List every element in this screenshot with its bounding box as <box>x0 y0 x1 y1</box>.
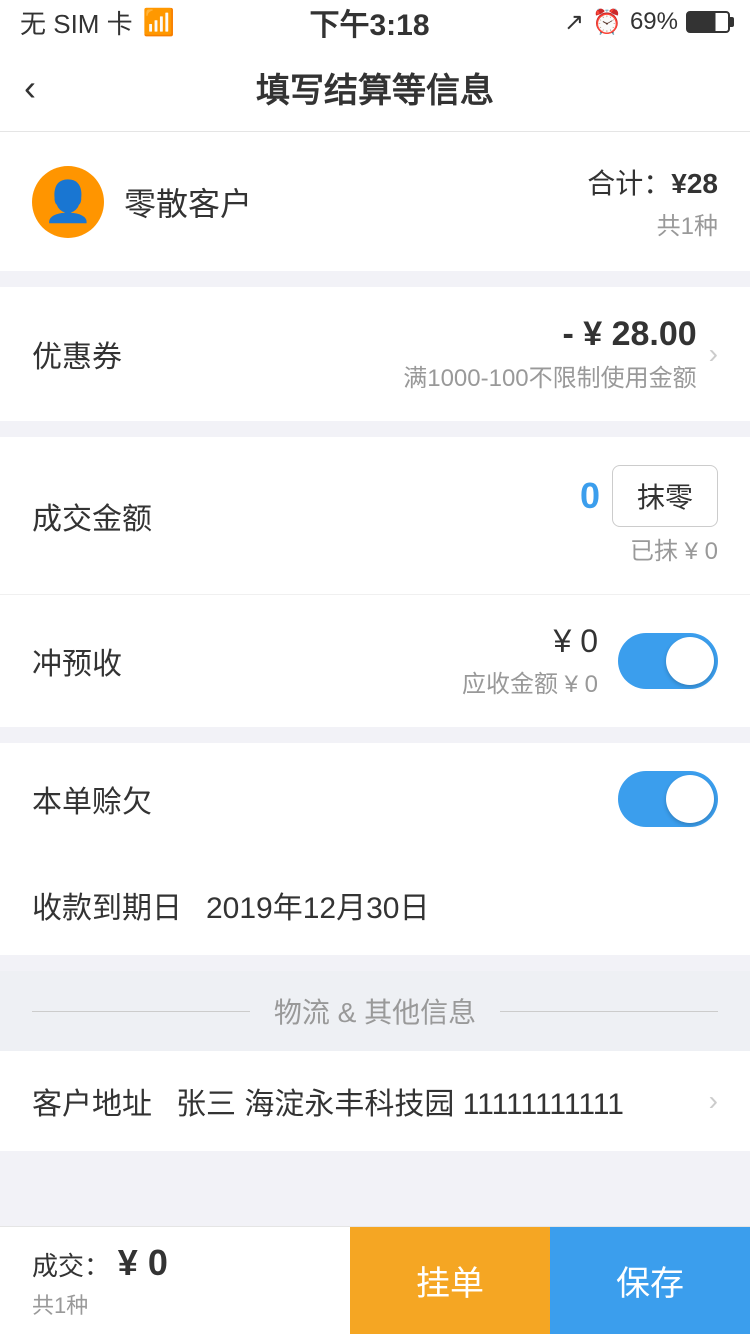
debt-row: 本单赊欠 <box>0 743 750 855</box>
avatar: 👤 <box>32 166 104 238</box>
bottom-transaction-amount: ¥ 0 <box>118 1242 168 1283</box>
customer-name: 零散客户 <box>124 179 252 225</box>
customer-right: 合计：¥28 共1种 <box>587 162 718 241</box>
debt-section: 本单赊欠 收款到期日 2019年12月30日 <box>0 743 750 955</box>
address-label: 客户地址 <box>32 1079 152 1123</box>
status-left: 无 SIM 卡 📶 <box>20 4 175 41</box>
location-icon: ↗ <box>564 8 584 37</box>
logistics-label: 物流 & 其他信息 <box>274 991 476 1031</box>
avatar-icon: 👤 <box>43 178 93 225</box>
divider-right <box>500 1011 718 1012</box>
coupon-label: 优惠券 <box>32 332 122 376</box>
hang-button[interactable]: 挂单 <box>350 1227 550 1334</box>
status-bar: 无 SIM 卡 📶 下午3:18 ↗ ⏰ 69% <box>0 0 750 44</box>
status-time: 下午3:18 <box>309 0 429 44</box>
address-section: 客户地址 张三 海淀永丰科技园 11111111111 › <box>0 1051 750 1151</box>
prepay-receivable: 应收金额 ¥ 0 <box>462 664 598 699</box>
coupon-section: 优惠券 - ¥ 28.00 满1000-100不限制使用金额 › <box>0 287 750 421</box>
customer-row: 👤 零散客户 合计：¥28 共1种 <box>0 132 750 271</box>
prepay-row: 冲预收 ¥ 0 应收金额 ¥ 0 <box>0 594 750 727</box>
due-date-value: 2019年12月30日 <box>206 883 429 927</box>
save-button[interactable]: 保存 <box>550 1227 750 1334</box>
chevron-right-icon: › <box>709 338 718 370</box>
battery-percent: 69% <box>630 8 678 36</box>
divider-left <box>32 1011 250 1012</box>
address-value: 张三 海淀永丰科技园 11111111111 <box>176 1079 624 1123</box>
customer-left: 👤 零散客户 <box>32 166 252 238</box>
toggle-knob-debt <box>666 775 714 823</box>
transaction-label: 成交金额 <box>32 494 152 538</box>
debt-label: 本单赊欠 <box>32 777 152 821</box>
coupon-desc: 满1000-100不限制使用金额 <box>403 358 696 393</box>
address-row[interactable]: 客户地址 张三 海淀永丰科技园 11111111111 › <box>0 1051 750 1151</box>
total-label: 合计： <box>587 168 671 199</box>
bottom-summary: 成交： ¥ 0 共1种 <box>0 1242 350 1320</box>
debt-toggle[interactable] <box>618 771 718 827</box>
bottom-transaction: 成交： ¥ 0 <box>32 1242 318 1284</box>
total-amount: ¥28 <box>671 168 718 199</box>
page-title: 填写结算等信息 <box>256 63 494 112</box>
alarm-icon: ⏰ <box>592 8 622 37</box>
due-date-label: 收款到期日 <box>32 883 182 927</box>
prepay-label: 冲预收 <box>32 639 122 683</box>
toggle-knob <box>666 637 714 685</box>
prepay-amount: ¥ 0 <box>462 623 598 660</box>
bottom-count: 共1种 <box>32 1288 318 1320</box>
status-right: ↗ ⏰ 69% <box>564 8 730 37</box>
address-chevron-icon: › <box>709 1085 718 1117</box>
bottom-bar: 成交： ¥ 0 共1种 挂单 保存 <box>0 1226 750 1334</box>
total-count: 共1种 <box>587 206 718 241</box>
back-button[interactable]: ‹ <box>24 67 36 109</box>
transaction-row: 成交金额 0 抹零 已抹 ¥ 0 <box>0 437 750 594</box>
prepay-toggle[interactable] <box>618 633 718 689</box>
customer-total: 合计：¥28 <box>587 162 718 202</box>
wifi-icon: 📶 <box>143 7 175 38</box>
due-date-row: 收款到期日 2019年12月30日 <box>0 855 750 955</box>
content: 👤 零散客户 合计：¥28 共1种 优惠券 - ¥ 28.00 满1000-10… <box>0 132 750 1287</box>
transaction-value: 0 <box>580 475 600 517</box>
round-off-button[interactable]: 抹零 <box>612 465 718 527</box>
already-rounded: 已抹 ¥ 0 <box>580 531 718 566</box>
address-row-left: 客户地址 张三 海淀永丰科技园 11111111111 <box>32 1079 624 1123</box>
bottom-transaction-label: 成交： <box>32 1251 110 1281</box>
transaction-section: 成交金额 0 抹零 已抹 ¥ 0 冲预收 ¥ 0 应收金额 ¥ 0 <box>0 437 750 727</box>
nav-bar: ‹ 填写结算等信息 <box>0 44 750 132</box>
carrier-label: 无 SIM 卡 <box>20 4 133 41</box>
battery-icon <box>686 11 730 33</box>
coupon-amount: - ¥ 28.00 <box>403 315 696 354</box>
logistics-section-label-row: 物流 & 其他信息 <box>0 971 750 1051</box>
coupon-row[interactable]: 优惠券 - ¥ 28.00 满1000-100不限制使用金额 › <box>0 287 750 421</box>
